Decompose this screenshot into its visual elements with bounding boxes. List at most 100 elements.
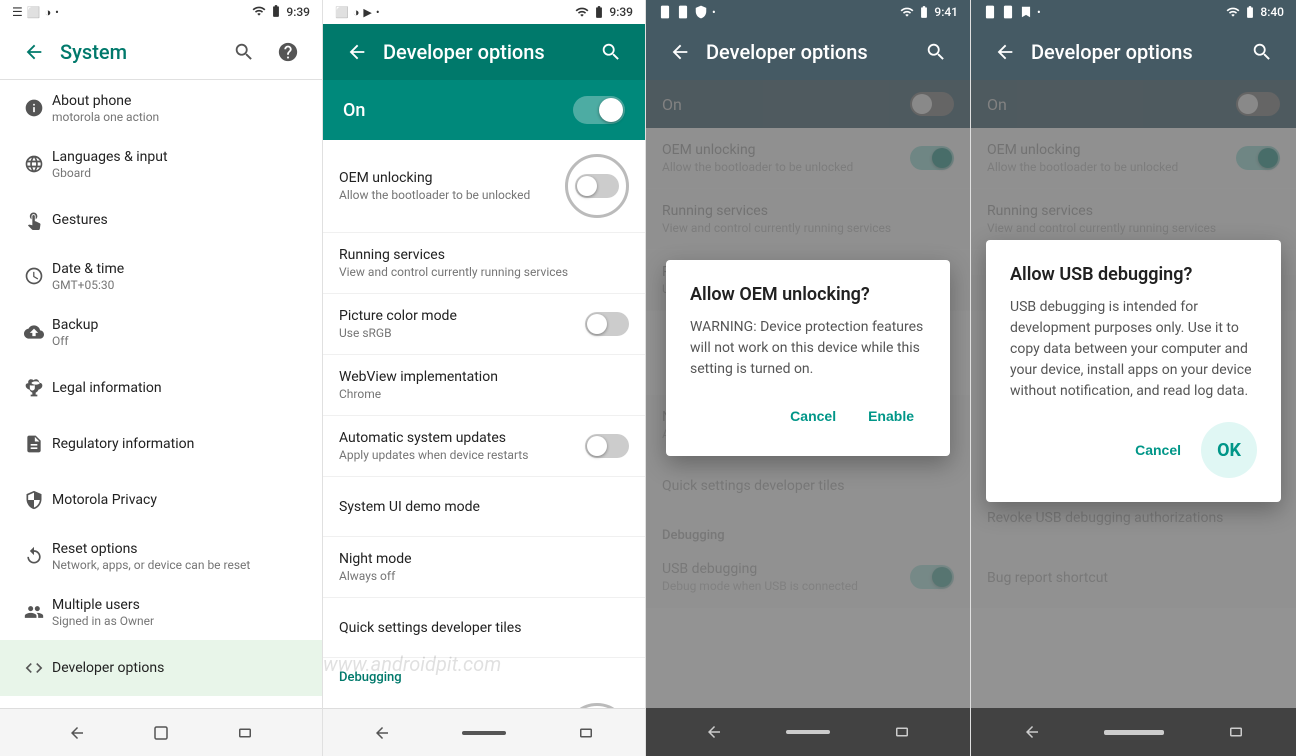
sidebar-item-gestures[interactable]: Gestures [0, 192, 322, 248]
notification-icon: ☰ [12, 5, 23, 19]
status-time-3: 9:41 [934, 5, 958, 19]
nav-home[interactable] [149, 721, 173, 745]
legal-title: Legal information [52, 380, 306, 396]
status-bar-2: ⬜ ◑ ▶ • 9:39 [323, 0, 645, 24]
privacy-title: Motorola Privacy [52, 492, 306, 508]
battery-icon [269, 4, 283, 21]
usb-dialog-actions: Cancel OK [1010, 422, 1257, 478]
nav-recents-2[interactable] [574, 721, 598, 745]
screen-overlay-4: On OEM unlocking Allow the bootloader to… [971, 80, 1296, 708]
usb-cancel-button[interactable]: Cancel [1123, 434, 1193, 466]
backup-title: Backup [52, 317, 306, 333]
usb-dialog-body: USB debugging is intended for developmen… [1010, 297, 1257, 402]
status-icons-left-2: ⬜ ◑ ▶ • [335, 6, 380, 19]
sidebar-item-datetime[interactable]: Date & time GMT+05:30 [0, 248, 322, 304]
search-button-4[interactable] [1244, 34, 1280, 70]
panel-oem-dialog: • 9:41 Developer options On OEM [646, 0, 971, 756]
demo-text: System UI demo mode [339, 499, 629, 515]
nav-home-4[interactable] [1104, 730, 1164, 735]
nav-bar-2 [323, 708, 645, 756]
on-toggle[interactable] [573, 96, 625, 124]
oem-unlocking-item[interactable]: OEM unlocking Allow the bootloader to be… [323, 140, 645, 233]
webview-text: WebView implementation Chrome [339, 369, 629, 401]
sidebar-item-users[interactable]: Multiple users Signed in as Owner [0, 584, 322, 640]
oem-dialog-body: WARNING: Device protection features will… [690, 317, 926, 380]
datetime-text: Date & time GMT+05:30 [52, 261, 306, 292]
demo-title: System UI demo mode [339, 499, 629, 515]
oem-dialog: Allow OEM unlocking? WARNING: Device pro… [666, 260, 950, 456]
usb-ok-button[interactable]: OK [1201, 422, 1257, 478]
sidebar-item-reset[interactable]: Reset options Network, apps, or device c… [0, 528, 322, 584]
sidebar-item-legal[interactable]: Legal information [0, 360, 322, 416]
nav-home-3[interactable] [786, 730, 830, 734]
app-icon-1: ⬜ [27, 6, 41, 19]
backup-subtitle: Off [52, 334, 306, 348]
reset-subtitle: Network, apps, or device can be reset [52, 558, 306, 572]
back-button[interactable] [16, 34, 52, 70]
webview-item[interactable]: WebView implementation Chrome [323, 355, 645, 416]
sidebar-item-updates[interactable]: System updates Updated to Android 9 [0, 696, 322, 708]
sidebar-item-backup[interactable]: Backup Off [0, 304, 322, 360]
picture-title: Picture color mode [339, 308, 585, 324]
oem-enable-button[interactable]: Enable [856, 400, 926, 432]
nav-back-4[interactable] [1020, 720, 1044, 744]
languages-subtitle: Gboard [52, 166, 306, 180]
webview-title: WebView implementation [339, 369, 629, 385]
nav-back-2[interactable] [370, 721, 394, 745]
auto-updates-thumb [587, 436, 607, 456]
back-button-4[interactable] [987, 34, 1023, 70]
search-button[interactable] [226, 34, 262, 70]
backup-icon [16, 322, 52, 342]
sidebar-item-languages[interactable]: Languages & input Gboard [0, 136, 322, 192]
privacy-icon [16, 490, 52, 510]
usb-debug-item[interactable]: USB debugging Debug mode when USB is con… [323, 689, 645, 708]
debugging-label: Debugging [323, 658, 645, 689]
back-button-3[interactable] [662, 34, 698, 70]
help-button[interactable] [270, 34, 306, 70]
appbar-title-4: Developer options [1031, 40, 1236, 64]
appbar-developer: Developer options [323, 24, 645, 80]
picture-color-item[interactable]: Picture color mode Use sRGB [323, 294, 645, 355]
auto-updates-title: Automatic system updates [339, 430, 585, 446]
sidebar-item-developer[interactable]: Developer options [0, 640, 322, 696]
gestures-title: Gestures [52, 212, 306, 228]
nav-recents-4[interactable] [1224, 720, 1248, 744]
quick-settings-item[interactable]: Quick settings developer tiles [323, 598, 645, 658]
developer-icon [16, 658, 52, 678]
languages-text: Languages & input Gboard [52, 149, 306, 180]
oem-dialog-title: Allow OEM unlocking? [690, 284, 926, 305]
night-mode-item[interactable]: Night mode Always off [323, 537, 645, 598]
running-services-item[interactable]: Running services View and control curren… [323, 233, 645, 294]
reset-text: Reset options Network, apps, or device c… [52, 541, 306, 572]
auto-updates-toggle[interactable] [585, 434, 629, 458]
nav-home-2[interactable] [462, 731, 506, 735]
nav-back-3[interactable] [702, 720, 726, 744]
regulatory-text: Regulatory information [52, 436, 306, 452]
sidebar-item-privacy[interactable]: Motorola Privacy [0, 472, 322, 528]
oem-toggle[interactable] [575, 174, 619, 198]
status-time: 9:39 [286, 5, 310, 19]
picture-toggle[interactable] [585, 312, 629, 336]
running-subtitle: View and control currently running servi… [339, 265, 629, 279]
nav-recents[interactable] [233, 721, 257, 745]
nav-recents-3[interactable] [890, 720, 914, 744]
back-button-2[interactable] [339, 34, 375, 70]
oem-toggle-highlight [565, 154, 629, 218]
languages-icon [16, 154, 52, 174]
picture-toggle-thumb [587, 314, 607, 334]
nav-back[interactable] [65, 721, 89, 745]
status-icons-right: 9:39 [252, 4, 310, 21]
sidebar-item-about[interactable]: About phone motorola one action [0, 80, 322, 136]
search-button-2[interactable] [593, 34, 629, 70]
on-row[interactable]: On [323, 80, 645, 140]
sidebar-item-regulatory[interactable]: Regulatory information [0, 416, 322, 472]
users-title: Multiple users [52, 597, 306, 613]
demo-mode-item[interactable]: System UI demo mode [323, 477, 645, 537]
developer-text: Developer options [52, 660, 306, 676]
about-text: About phone motorola one action [52, 93, 306, 124]
auto-updates-item[interactable]: Automatic system updates Apply updates w… [323, 416, 645, 477]
search-button-3[interactable] [918, 34, 954, 70]
status-time-2: 9:39 [609, 5, 633, 19]
oem-cancel-button[interactable]: Cancel [778, 400, 848, 432]
dev-options-list: OEM unlocking Allow the bootloader to be… [323, 140, 645, 708]
